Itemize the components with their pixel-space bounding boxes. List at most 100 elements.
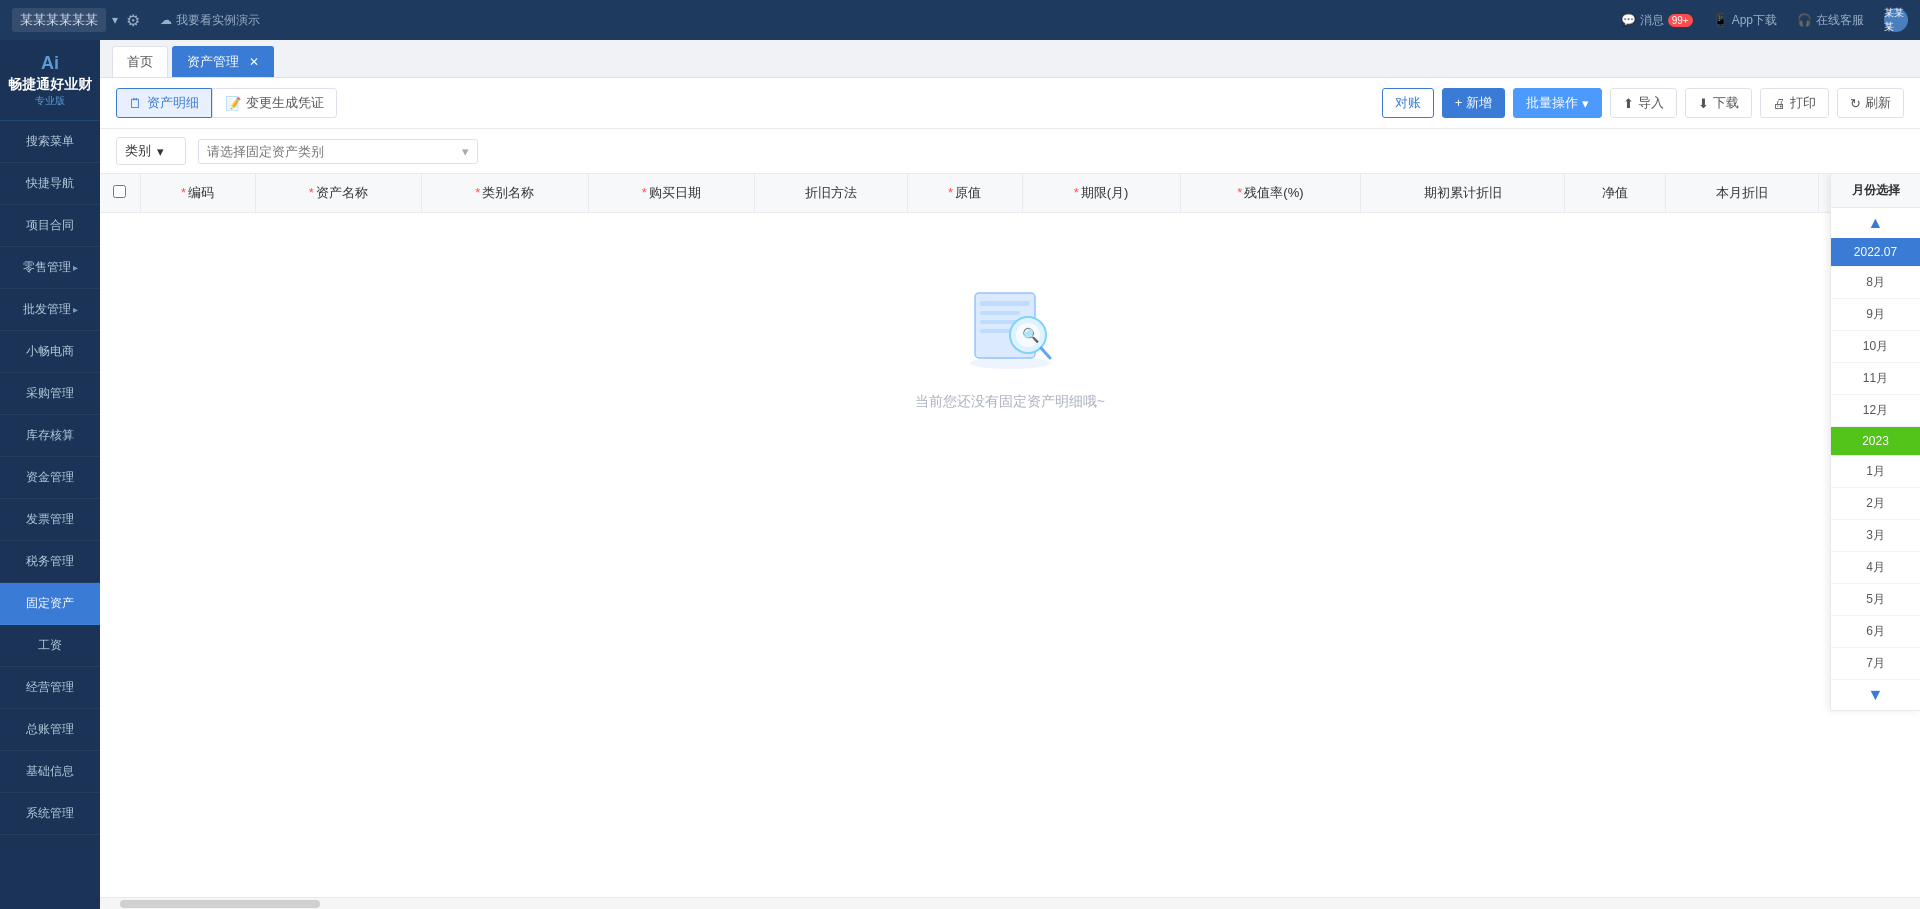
month-item-1[interactable]: 9月 (1831, 299, 1920, 331)
filter-row: 类别 ▾ ▾ (100, 129, 1920, 174)
empty-state: 🔍 当前您还没有固定资产明细哦~ (100, 213, 1920, 471)
add-button[interactable]: + 新增 (1442, 88, 1505, 118)
month-item-0[interactable]: 8月 (1831, 267, 1920, 299)
tab-asset-management[interactable]: 资产管理 ✕ (172, 46, 274, 77)
month-current[interactable]: 2022.07 (1831, 238, 1920, 267)
input-dropdown-icon[interactable]: ▾ (454, 140, 477, 163)
online-service-tool[interactable]: 🎧 在线客服 (1797, 12, 1864, 29)
sidebar-item-10[interactable]: 税务管理 (0, 541, 100, 583)
app-download-tool[interactable]: 📱 App下载 (1713, 12, 1777, 29)
sidebar-item-3[interactable]: 零售管理▸ (0, 247, 100, 289)
sidebar-item-14[interactable]: 总账管理 (0, 709, 100, 751)
sidebar-item-9[interactable]: 发票管理 (0, 499, 100, 541)
month-item-12[interactable]: 7月 (1831, 648, 1920, 680)
message-badge: 99+ (1668, 14, 1693, 27)
sidebar-item-label: 基础信息 (26, 763, 74, 780)
tab-home[interactable]: 首页 (112, 46, 168, 77)
main-table-area: *编码 *资产名称 *类别名称 *购买日期 折旧方法 *原值 *期限(月) *残… (100, 174, 1920, 909)
download-icon: ⬇ (1698, 96, 1709, 111)
svg-rect-2 (980, 301, 1030, 306)
month-item-9[interactable]: 4月 (1831, 552, 1920, 584)
category-input-group[interactable]: ▾ (198, 139, 478, 164)
bottom-scrollbar[interactable] (100, 897, 1920, 909)
company-dropdown-icon[interactable]: ▾ (112, 13, 118, 27)
import-icon: ⬆ (1623, 96, 1634, 111)
month-item-4[interactable]: 12月 (1831, 395, 1920, 427)
refresh-button[interactable]: ↻ 刷新 (1837, 88, 1904, 118)
sub-tabs: 🗒 资产明细 📝 变更生成凭证 (116, 88, 337, 118)
sidebar-items-container: 搜索菜单快捷导航项目合同零售管理▸批发管理▸小畅电商采购管理库存核算资金管理发票… (0, 121, 100, 835)
empty-text: 当前您还没有固定资产明细哦~ (915, 393, 1105, 411)
col-original-value: *原值 (907, 174, 1022, 213)
import-button[interactable]: ⬆ 导入 (1610, 88, 1677, 118)
sidebar-item-13[interactable]: 经营管理 (0, 667, 100, 709)
category-filter[interactable]: 类别 ▾ (116, 137, 186, 165)
sidebar-item-label: 快捷导航 (26, 175, 74, 192)
scroll-thumb[interactable] (120, 900, 320, 908)
month-panel: 月份选择 ▲ 2022.07 8月9月10月11月12月20231月2月3月4月… (1830, 174, 1920, 711)
demo-link[interactable]: ☁ 我要看实例演示 (160, 12, 260, 29)
svg-line-9 (1041, 348, 1050, 358)
sidebar-arrow-icon: ▸ (73, 262, 78, 273)
sidebar-item-11[interactable]: 固定资产 (0, 583, 100, 625)
tab-close-icon[interactable]: ✕ (249, 55, 259, 69)
select-all-checkbox[interactable] (113, 185, 126, 198)
sidebar-item-15[interactable]: 基础信息 (0, 751, 100, 793)
month-item-8[interactable]: 3月 (1831, 520, 1920, 552)
month-item-11[interactable]: 6月 (1831, 616, 1920, 648)
sidebar-item-label: 库存核算 (26, 427, 74, 444)
sidebar-item-1[interactable]: 快捷导航 (0, 163, 100, 205)
message-icon: 💬 (1621, 13, 1636, 27)
empty-illustration: 🔍 (950, 273, 1070, 373)
sidebar-item-7[interactable]: 库存核算 (0, 415, 100, 457)
sidebar-item-2[interactable]: 项目合同 (0, 205, 100, 247)
sidebar-item-label: 经营管理 (26, 679, 74, 696)
main-layout: Ai 畅捷通好业财 专业版 搜索菜单快捷导航项目合同零售管理▸批发管理▸小畅电商… (0, 40, 1920, 909)
col-period: *期限(月) (1022, 174, 1180, 213)
batch-button[interactable]: 批量操作 ▾ (1513, 88, 1602, 118)
content-area: 首页 资产管理 ✕ 🗒 资产明细 📝 变更生成凭证 (100, 40, 1920, 909)
month-item-3[interactable]: 11月 (1831, 363, 1920, 395)
month-up-arrow[interactable]: ▲ (1831, 208, 1920, 238)
col-purchase-date: *购买日期 (588, 174, 755, 213)
user-avatar[interactable]: 某某某 (1884, 8, 1908, 32)
sidebar-item-label: 批发管理 (23, 301, 71, 318)
month-item-2[interactable]: 10月 (1831, 331, 1920, 363)
col-checkbox (100, 174, 140, 213)
sidebar-item-16[interactable]: 系统管理 (0, 793, 100, 835)
svg-rect-3 (980, 311, 1020, 315)
sub-tab-change-voucher[interactable]: 📝 变更生成凭证 (212, 88, 337, 118)
month-item-10[interactable]: 5月 (1831, 584, 1920, 616)
page-content: 🗒 资产明细 📝 变更生成凭证 对账 + 新增 批量操作 ▾ (100, 78, 1920, 909)
sidebar-item-4[interactable]: 批发管理▸ (0, 289, 100, 331)
sidebar-item-8[interactable]: 资金管理 (0, 457, 100, 499)
print-button[interactable]: 🖨 打印 (1760, 88, 1829, 118)
sidebar-item-6[interactable]: 采购管理 (0, 373, 100, 415)
sidebar-item-0[interactable]: 搜索菜单 (0, 121, 100, 163)
download-button[interactable]: ⬇ 下载 (1685, 88, 1752, 118)
sidebar-item-5[interactable]: 小畅电商 (0, 331, 100, 373)
month-item-6[interactable]: 1月 (1831, 456, 1920, 488)
company-name[interactable]: 某某某某某某 (12, 8, 106, 32)
sidebar-item-label: 发票管理 (26, 511, 74, 528)
table-container[interactable]: *编码 *资产名称 *类别名称 *购买日期 折旧方法 *原值 *期限(月) *残… (100, 174, 1920, 897)
asset-table: *编码 *资产名称 *类别名称 *购买日期 折旧方法 *原值 *期限(月) *残… (100, 174, 1920, 471)
message-tool[interactable]: 💬 消息 99+ (1621, 12, 1693, 29)
col-accumulated-depreciation: 期初累计折旧 (1361, 174, 1565, 213)
sidebar-item-12[interactable]: 工资 (0, 625, 100, 667)
print-icon: 🖨 (1773, 96, 1786, 111)
reconcile-button[interactable]: 对账 (1382, 88, 1434, 118)
sidebar-logo: Ai 畅捷通好业财 专业版 (0, 40, 100, 121)
month-item-7[interactable]: 2月 (1831, 488, 1920, 520)
col-category: *类别名称 (422, 174, 589, 213)
month-down-arrow[interactable]: ▼ (1831, 680, 1920, 710)
sidebar-arrow-icon: ▸ (73, 304, 78, 315)
asset-detail-icon: 🗒 (129, 96, 142, 111)
month-item-5[interactable]: 2023 (1831, 427, 1920, 456)
sub-tab-asset-detail[interactable]: 🗒 资产明细 (116, 88, 212, 118)
category-search-input[interactable] (199, 140, 454, 163)
company-selector[interactable]: 某某某某某某 ▾ (12, 8, 118, 32)
sidebar-item-label: 固定资产 (26, 595, 74, 612)
settings-icon[interactable]: ⚙ (126, 11, 140, 30)
batch-dropdown-icon: ▾ (1582, 96, 1589, 111)
